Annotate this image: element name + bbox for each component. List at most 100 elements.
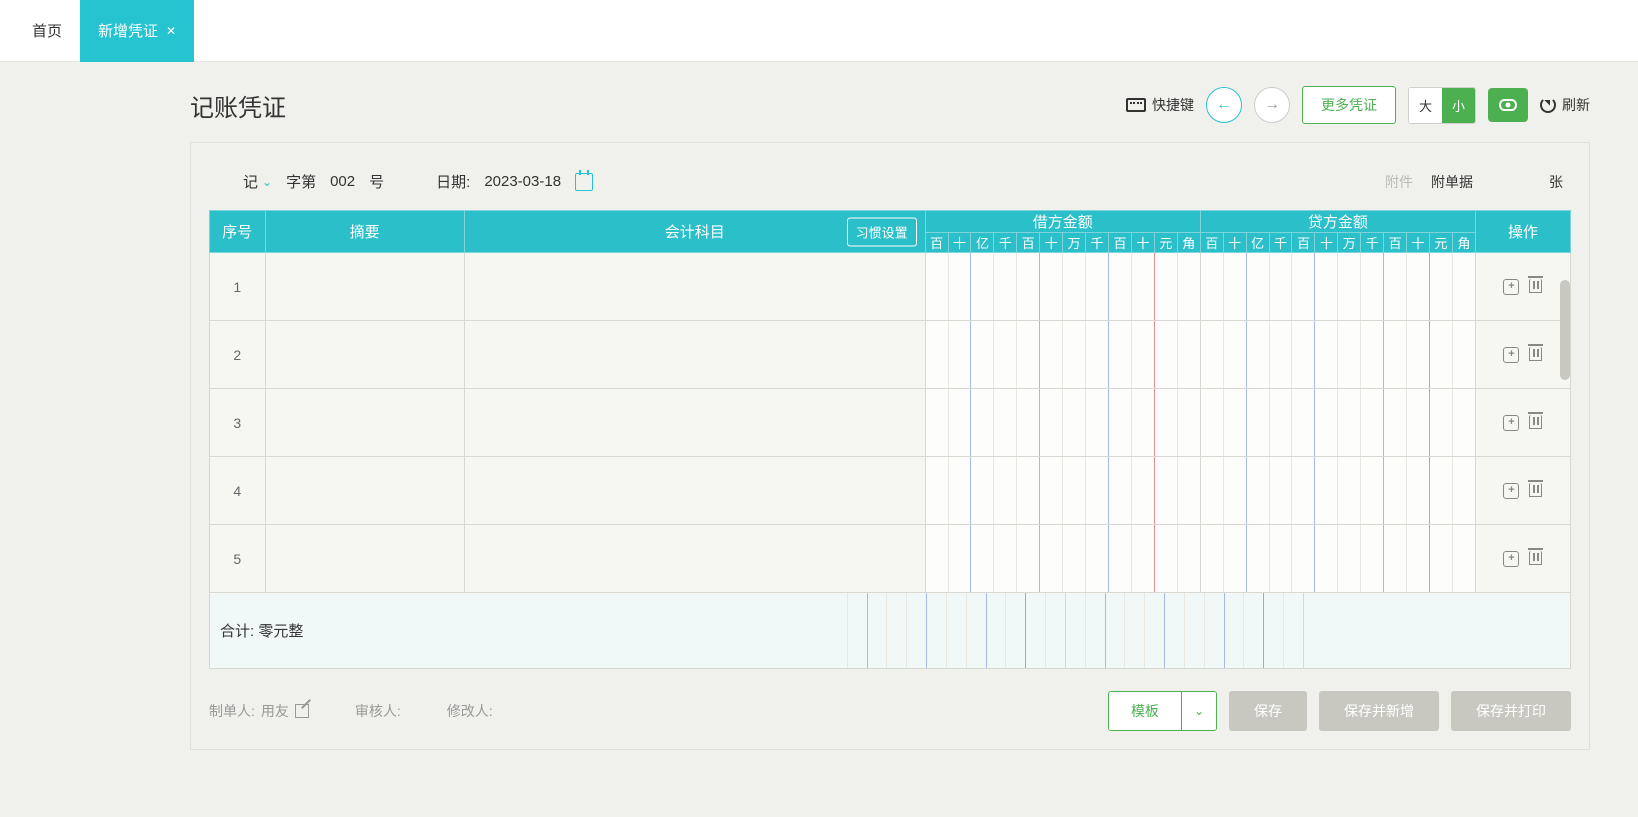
debit-digit-cell[interactable] (994, 525, 1017, 593)
close-icon[interactable]: ✕ (166, 24, 176, 38)
add-row-icon[interactable] (1503, 347, 1519, 363)
credit-digit-cell[interactable] (1223, 525, 1246, 593)
debit-digit-cell[interactable] (1017, 253, 1040, 321)
credit-digit-cell[interactable] (1361, 321, 1384, 389)
shortcut-button[interactable]: 快捷键 (1126, 95, 1194, 115)
debit-digit-cell[interactable] (971, 525, 994, 593)
credit-digit-cell[interactable] (1452, 321, 1475, 389)
credit-digit-cell[interactable] (1430, 321, 1453, 389)
debit-digit-cell[interactable] (1063, 389, 1086, 457)
credit-digit-cell[interactable] (1292, 389, 1315, 457)
size-large-button[interactable]: 大 (1409, 88, 1442, 123)
credit-digit-cell[interactable] (1269, 525, 1292, 593)
credit-digit-cell[interactable] (1269, 253, 1292, 321)
debit-digit-cell[interactable] (1154, 253, 1177, 321)
debit-digit-cell[interactable] (1086, 525, 1109, 593)
summary-cell[interactable] (265, 253, 464, 321)
credit-digit-cell[interactable] (1200, 457, 1223, 525)
debit-digit-cell[interactable] (1109, 253, 1132, 321)
credit-digit-cell[interactable] (1315, 525, 1338, 593)
credit-digit-cell[interactable] (1452, 389, 1475, 457)
credit-digit-cell[interactable] (1430, 389, 1453, 457)
scrollbar-thumb[interactable] (1560, 280, 1570, 380)
credit-digit-cell[interactable] (1361, 389, 1384, 457)
debit-digit-cell[interactable] (925, 457, 948, 525)
debit-digit-cell[interactable] (971, 253, 994, 321)
refresh-button[interactable]: 刷新 (1540, 95, 1590, 115)
tab-home[interactable]: 首页 (14, 0, 80, 62)
debit-digit-cell[interactable] (1017, 525, 1040, 593)
credit-digit-cell[interactable] (1430, 525, 1453, 593)
add-row-icon[interactable] (1503, 483, 1519, 499)
debit-digit-cell[interactable] (925, 389, 948, 457)
debit-digit-cell[interactable] (1086, 253, 1109, 321)
voucher-type-select[interactable]: 记 ⌄ (243, 171, 272, 192)
debit-digit-cell[interactable] (1109, 389, 1132, 457)
credit-digit-cell[interactable] (1452, 525, 1475, 593)
debit-digit-cell[interactable] (1177, 457, 1200, 525)
credit-digit-cell[interactable] (1361, 253, 1384, 321)
credit-digit-cell[interactable] (1246, 457, 1269, 525)
debit-digit-cell[interactable] (948, 253, 971, 321)
credit-digit-cell[interactable] (1315, 253, 1338, 321)
debit-digit-cell[interactable] (948, 457, 971, 525)
credit-digit-cell[interactable] (1407, 525, 1430, 593)
credit-digit-cell[interactable] (1223, 389, 1246, 457)
credit-digit-cell[interactable] (1315, 457, 1338, 525)
debit-digit-cell[interactable] (1154, 321, 1177, 389)
credit-digit-cell[interactable] (1246, 525, 1269, 593)
account-cell[interactable] (464, 389, 925, 457)
save-button[interactable]: 保存 (1229, 691, 1307, 731)
size-small-button[interactable]: 小 (1442, 88, 1475, 123)
credit-digit-cell[interactable] (1430, 253, 1453, 321)
credit-digit-cell[interactable] (1338, 457, 1361, 525)
debit-digit-cell[interactable] (925, 321, 948, 389)
debit-digit-cell[interactable] (1017, 457, 1040, 525)
debit-digit-cell[interactable] (971, 457, 994, 525)
account-cell[interactable] (464, 457, 925, 525)
debit-digit-cell[interactable] (1040, 253, 1063, 321)
debit-digit-cell[interactable] (1131, 321, 1154, 389)
debit-digit-cell[interactable] (1177, 389, 1200, 457)
debit-digit-cell[interactable] (1040, 457, 1063, 525)
tab-new-voucher[interactable]: 新增凭证 ✕ (80, 0, 194, 62)
debit-digit-cell[interactable] (1086, 389, 1109, 457)
debit-digit-cell[interactable] (1109, 321, 1132, 389)
debit-digit-cell[interactable] (1086, 321, 1109, 389)
credit-digit-cell[interactable] (1407, 457, 1430, 525)
debit-digit-cell[interactable] (1109, 525, 1132, 593)
next-button[interactable]: → (1254, 87, 1290, 123)
debit-digit-cell[interactable] (994, 321, 1017, 389)
habit-settings-button[interactable]: 习惯设置 (847, 217, 917, 246)
date-value[interactable]: 2023-03-18 (484, 173, 561, 190)
debit-digit-cell[interactable] (994, 389, 1017, 457)
debit-digit-cell[interactable] (1040, 321, 1063, 389)
debit-digit-cell[interactable] (1063, 253, 1086, 321)
add-row-icon[interactable] (1503, 279, 1519, 295)
debit-digit-cell[interactable] (994, 253, 1017, 321)
credit-digit-cell[interactable] (1200, 321, 1223, 389)
delete-row-icon[interactable] (1529, 279, 1542, 293)
credit-digit-cell[interactable] (1407, 321, 1430, 389)
credit-digit-cell[interactable] (1246, 253, 1269, 321)
debit-digit-cell[interactable] (1177, 253, 1200, 321)
account-cell[interactable] (464, 253, 925, 321)
edit-icon[interactable] (295, 704, 309, 718)
debit-digit-cell[interactable] (948, 321, 971, 389)
debit-digit-cell[interactable] (1154, 457, 1177, 525)
credit-digit-cell[interactable] (1384, 457, 1407, 525)
credit-digit-cell[interactable] (1430, 457, 1453, 525)
debit-digit-cell[interactable] (971, 389, 994, 457)
debit-digit-cell[interactable] (1063, 457, 1086, 525)
credit-digit-cell[interactable] (1269, 457, 1292, 525)
credit-digit-cell[interactable] (1338, 321, 1361, 389)
debit-digit-cell[interactable] (1154, 389, 1177, 457)
more-vouchers-button[interactable]: 更多凭证 (1302, 86, 1396, 124)
template-button[interactable]: 模板 ⌄ (1108, 691, 1217, 731)
credit-digit-cell[interactable] (1223, 253, 1246, 321)
save-new-button[interactable]: 保存并新增 (1319, 691, 1439, 731)
add-row-icon[interactable] (1503, 415, 1519, 431)
debit-digit-cell[interactable] (1109, 457, 1132, 525)
debit-digit-cell[interactable] (1131, 457, 1154, 525)
debit-digit-cell[interactable] (1040, 525, 1063, 593)
